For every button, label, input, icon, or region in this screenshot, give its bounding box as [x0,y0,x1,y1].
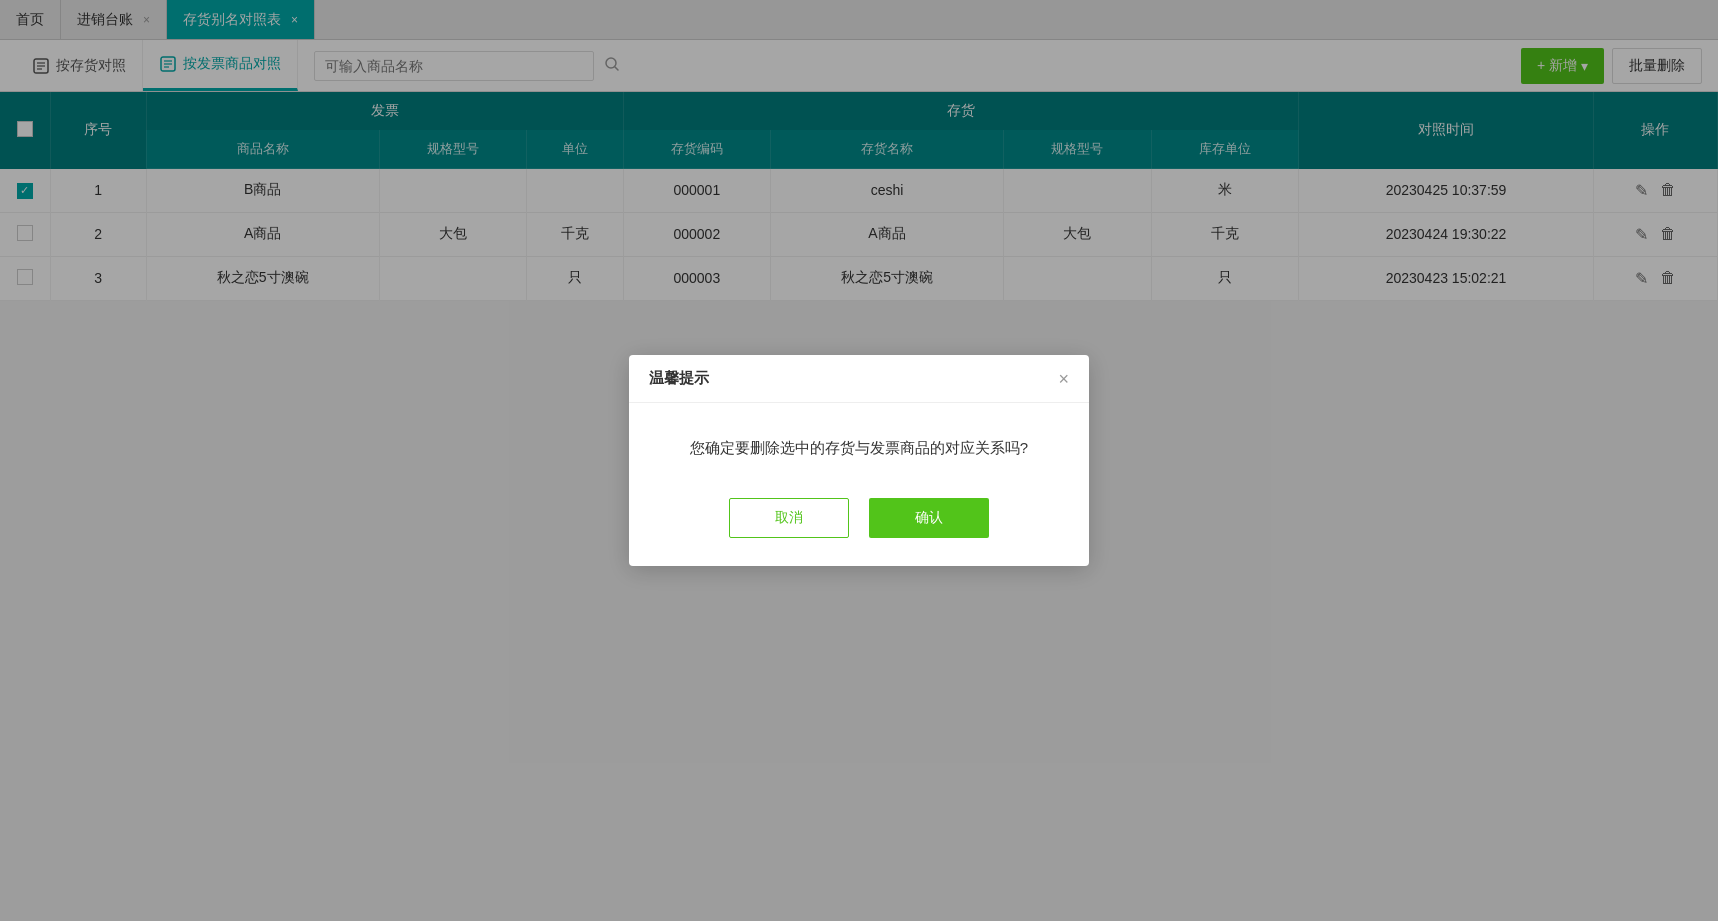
modal-overlay: 温馨提示 × 您确定要删除选中的存货与发票商品的对应关系吗? 取消 确认 [0,0,1718,301]
